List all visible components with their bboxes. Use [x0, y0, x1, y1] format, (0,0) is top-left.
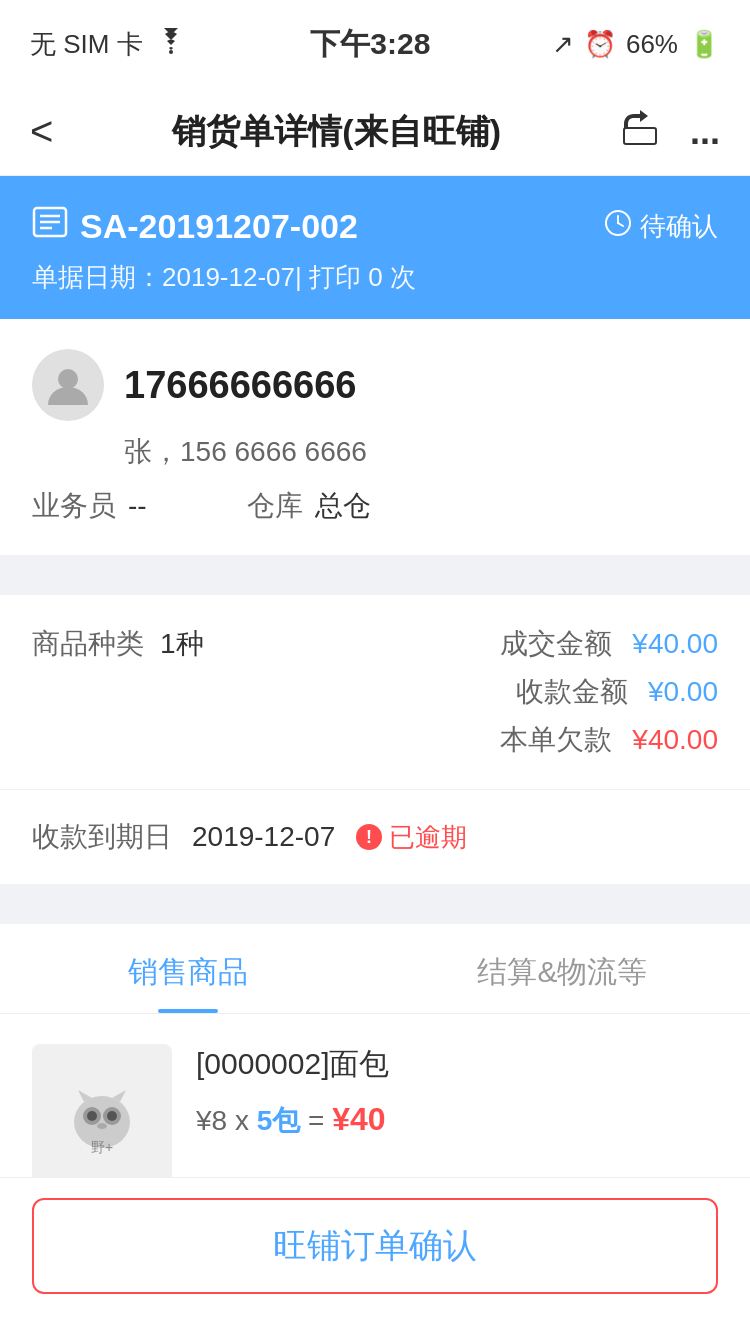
svg-rect-1 — [624, 128, 656, 144]
customer-section: 17666666666 张，156 6666 6666 业务员 -- 仓库 总仓 — [0, 319, 750, 555]
overdue-badge: ! 已逾期 — [355, 820, 467, 855]
status-left: 无 SIM 卡 — [30, 27, 189, 62]
svg-line-8 — [618, 223, 623, 226]
order-number: SA-20191207-002 — [32, 204, 358, 248]
product-type-label: 商品种类 — [32, 625, 144, 663]
customer-name: 张，156 6666 6666 — [32, 433, 718, 471]
order-header-card: SA-20191207-002 待确认 单据日期：2019-12-07| 打印 … — [0, 176, 750, 319]
section-divider-3 — [0, 884, 750, 904]
customer-phone: 17666666666 — [124, 364, 356, 407]
tabs-section: 销售商品 结算&物流等 野+ [00 — [0, 924, 750, 1214]
status-time: 下午3:28 — [310, 24, 430, 65]
tabs-header: 销售商品 结算&物流等 — [0, 924, 750, 1014]
quantity-highlight: 5包 — [257, 1105, 301, 1136]
warehouse-value: 总仓 — [315, 487, 371, 525]
due-label: 收款到期日 — [32, 818, 172, 856]
svg-point-18 — [97, 1123, 107, 1129]
order-icon — [32, 204, 68, 248]
received-value: ¥0.00 — [648, 676, 718, 708]
total-price: ¥40 — [332, 1101, 385, 1137]
svg-point-9 — [58, 369, 78, 389]
confirm-order-button[interactable]: 旺铺订单确认 — [32, 1198, 718, 1294]
due-date-section: 收款到期日 2019-12-07 ! 已逾期 — [0, 790, 750, 884]
received-label: 收款金额 — [516, 673, 628, 711]
customer-meta: 业务员 -- 仓库 总仓 — [32, 487, 718, 525]
battery-text: 66% — [626, 29, 678, 60]
product-thumbnail: 野+ — [32, 1044, 172, 1184]
owed-value: ¥40.00 — [632, 724, 718, 756]
no-sim-text: 无 SIM 卡 — [30, 27, 143, 62]
page-title: 销货单详情(来自旺铺) — [172, 109, 501, 155]
order-status: 待确认 — [604, 209, 718, 244]
alarm-icon: ⏰ — [584, 29, 616, 60]
svg-point-17 — [107, 1111, 117, 1121]
product-name: [0000002]面包 — [196, 1044, 718, 1085]
summary-section: 商品种类 1种 成交金额 ¥40.00 收款金额 ¥0.00 本单欠款 ¥40.… — [0, 595, 750, 789]
section-divider-1 — [0, 575, 750, 595]
product-info: [0000002]面包 ¥8 x 5包 = ¥40 — [196, 1044, 718, 1140]
due-date-value: 2019-12-07 — [192, 821, 335, 853]
customer-avatar — [32, 349, 104, 421]
product-price: ¥8 x 5包 = ¥40 — [196, 1101, 718, 1140]
order-date: 单据日期：2019-12-07| 打印 0 次 — [32, 260, 718, 295]
sales-label: 业务员 — [32, 487, 116, 525]
location-icon: ↗ — [552, 29, 574, 60]
svg-point-16 — [87, 1111, 97, 1121]
owed-label: 本单欠款 — [500, 721, 612, 759]
tab-settlement[interactable]: 结算&物流等 — [375, 924, 750, 1013]
product-type-value: 1种 — [160, 625, 204, 663]
tab-products[interactable]: 销售商品 — [0, 924, 375, 1013]
amount-value: ¥40.00 — [632, 628, 718, 660]
wifi-icon — [153, 28, 189, 61]
clock-icon — [604, 209, 632, 244]
status-right: ↗ ⏰ 66% 🔋 — [552, 29, 720, 60]
nav-actions: ... — [620, 108, 720, 155]
amount-label: 成交金额 — [500, 625, 612, 663]
svg-text:!: ! — [366, 827, 372, 847]
more-icon[interactable]: ... — [690, 111, 720, 153]
bottom-action-area: 旺铺订单确认 — [0, 1177, 750, 1334]
nav-bar: < 销货单详情(来自旺铺) ... — [0, 88, 750, 176]
share-icon[interactable] — [620, 108, 660, 155]
battery-icon: 🔋 — [688, 29, 720, 60]
svg-text:野+: 野+ — [91, 1139, 113, 1155]
warehouse-label: 仓库 — [247, 487, 303, 525]
back-button[interactable]: < — [30, 109, 53, 154]
status-bar: 无 SIM 卡 下午3:28 ↗ ⏰ 66% 🔋 — [0, 0, 750, 88]
sales-value: -- — [128, 490, 147, 522]
svg-point-0 — [169, 50, 173, 54]
